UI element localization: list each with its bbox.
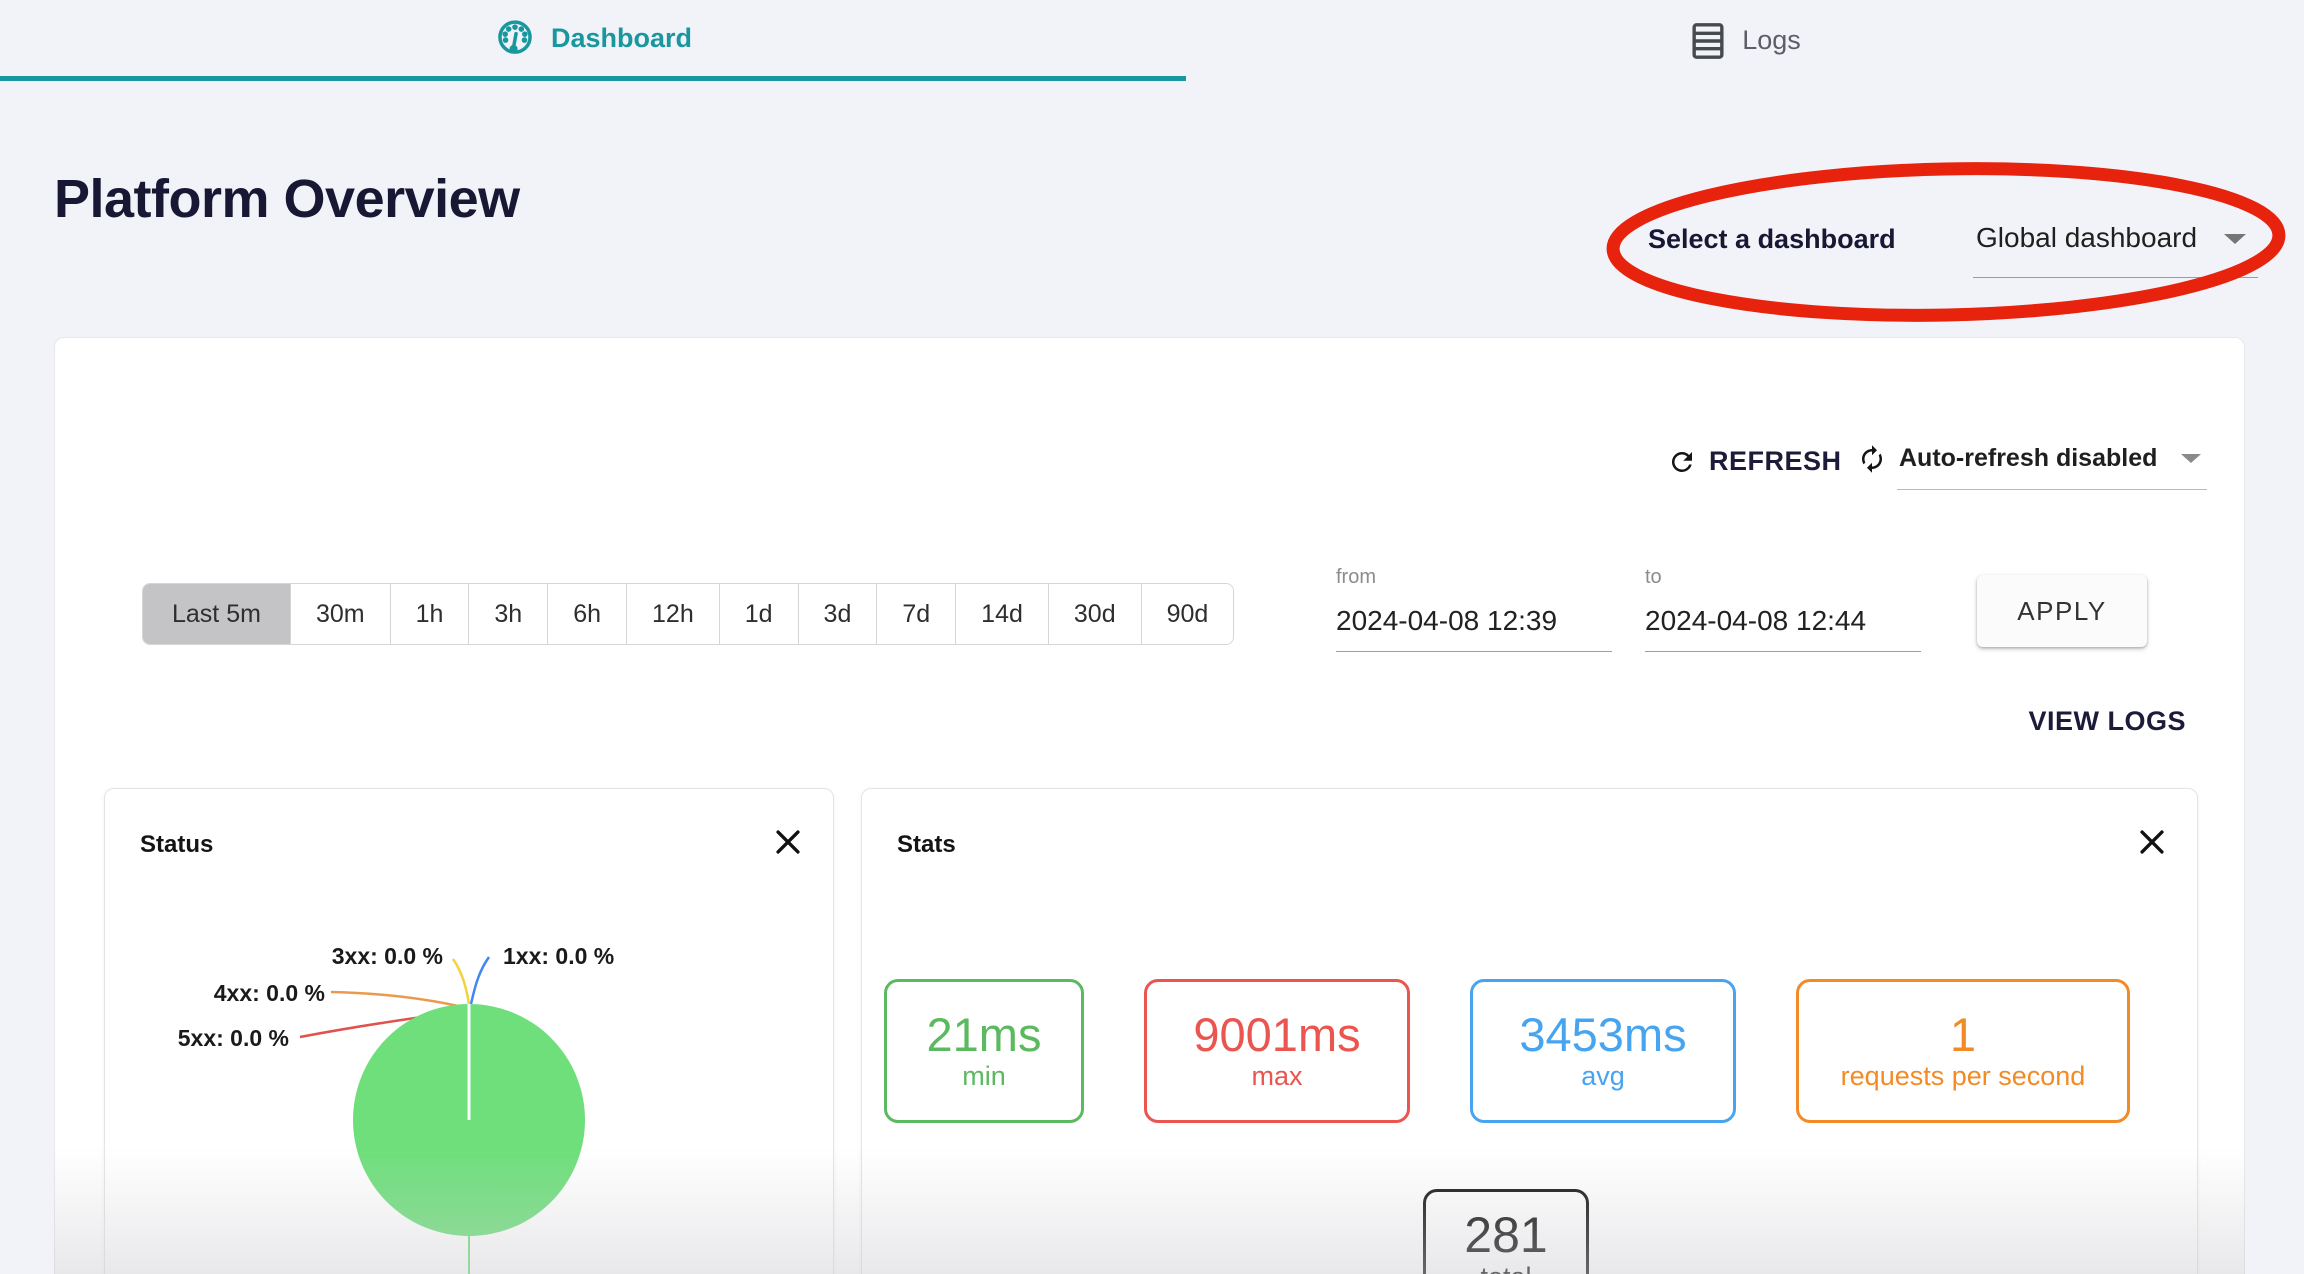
time-range-button[interactable]: 3d: [798, 584, 877, 644]
refresh-label: REFRESH: [1709, 446, 1842, 477]
stat-box-row: 21msmin 9001msmax 3453msavg 1requests per s…: [884, 979, 2130, 1123]
total-value: 281: [1464, 1208, 1547, 1262]
to-label: to: [1645, 566, 1921, 589]
pie-label-5xx: 5xx: 0.0 %: [178, 1025, 289, 1051]
time-range-group: Last 5m30m1h3h6h12h1d3d7d14d30d90d: [142, 583, 1234, 645]
dashboard-select-label: Select a dashboard: [1648, 224, 1896, 255]
time-range-button[interactable]: Last 5m: [143, 584, 290, 644]
from-datetime-field[interactable]: from 2024-04-08 12:39: [1336, 566, 1612, 652]
stats-card: Stats 21msmin 9001msmax 3453msavg 1requests…: [861, 788, 2198, 1274]
refresh-button[interactable]: REFRESH: [1667, 446, 1842, 477]
leader-1xx: [471, 957, 489, 1004]
close-icon[interactable]: [771, 825, 805, 859]
chevron-down-icon: [2181, 454, 2201, 463]
pie-label-3xx: 3xx: 0.0 %: [332, 943, 443, 969]
time-range-button[interactable]: 7d: [876, 584, 955, 644]
auto-refresh-select[interactable]: Auto-refresh disabled: [1857, 442, 2207, 490]
apply-button[interactable]: APPLY: [1977, 575, 2147, 647]
from-value: 2024-04-08 12:39: [1336, 605, 1612, 637]
dashboard-select-value: Global dashboard: [1976, 222, 2197, 254]
time-range-button[interactable]: 1h: [390, 584, 469, 644]
chevron-down-icon: [2224, 234, 2246, 244]
leader-3xx: [453, 959, 469, 1004]
status-pie-chart: 3xx: 0.0 % 1xx: 0.0 % 4xx: 0.0 % 5xx: 0.…: [125, 904, 815, 1274]
pie-label-4xx: 4xx: 0.0 %: [214, 980, 325, 1006]
time-range-button[interactable]: 6h: [547, 584, 626, 644]
refresh-icon: [1667, 447, 1697, 477]
time-range-button[interactable]: 3h: [468, 584, 547, 644]
autorenew-icon: [1857, 444, 1887, 474]
tab-logs-label: Logs: [1742, 25, 1801, 56]
page-title: Platform Overview: [54, 168, 520, 230]
time-range-button[interactable]: 14d: [955, 584, 1048, 644]
logs-icon: [1689, 21, 1727, 61]
pie-label-1xx: 1xx: 0.0 %: [503, 943, 614, 969]
dashboard-select[interactable]: Global dashboard: [1973, 216, 2258, 278]
time-range-button[interactable]: 90d: [1141, 584, 1234, 644]
gauge-icon: [494, 17, 536, 59]
view-logs-link[interactable]: VIEW LOGS: [2028, 706, 2186, 737]
time-range-button[interactable]: 1d: [719, 584, 798, 644]
stat-box-requests-per-second: 1requests per second: [1796, 979, 2130, 1123]
to-value: 2024-04-08 12:44: [1645, 605, 1921, 637]
status-card: Status 3xx: 0.0 % 1xx: 0.0 % 4xx: 0: [104, 788, 834, 1274]
time-range-button[interactable]: 30m: [290, 584, 390, 644]
time-range-button[interactable]: 12h: [626, 584, 719, 644]
total-label: total: [1480, 1262, 1531, 1274]
stat-box-min: 21msmin: [884, 979, 1084, 1123]
auto-refresh-label: Auto-refresh disabled: [1899, 444, 2157, 473]
tab-dashboard-label: Dashboard: [551, 23, 692, 54]
app-viewport: Dashboard Logs Platform Overview Select …: [0, 0, 2304, 1274]
stats-card-title: Stats: [897, 831, 956, 859]
leader-4xx: [331, 992, 467, 1008]
close-icon[interactable]: [2135, 825, 2169, 859]
stat-box-avg: 3453msavg: [1470, 979, 1736, 1123]
tab-dashboard[interactable]: Dashboard: [0, 0, 1186, 81]
status-card-title: Status: [140, 831, 213, 859]
stat-box-total: 281 total: [1423, 1189, 1589, 1274]
from-label: from: [1336, 566, 1612, 589]
time-range-button[interactable]: 30d: [1048, 584, 1141, 644]
dashboard-panel: REFRESH Auto-refresh disabled Last 5m30m…: [54, 337, 2245, 1274]
to-datetime-field[interactable]: to 2024-04-08 12:44: [1645, 566, 1921, 652]
stat-box-max: 9001msmax: [1144, 979, 1410, 1123]
tab-logs[interactable]: Logs: [1186, 0, 2304, 81]
